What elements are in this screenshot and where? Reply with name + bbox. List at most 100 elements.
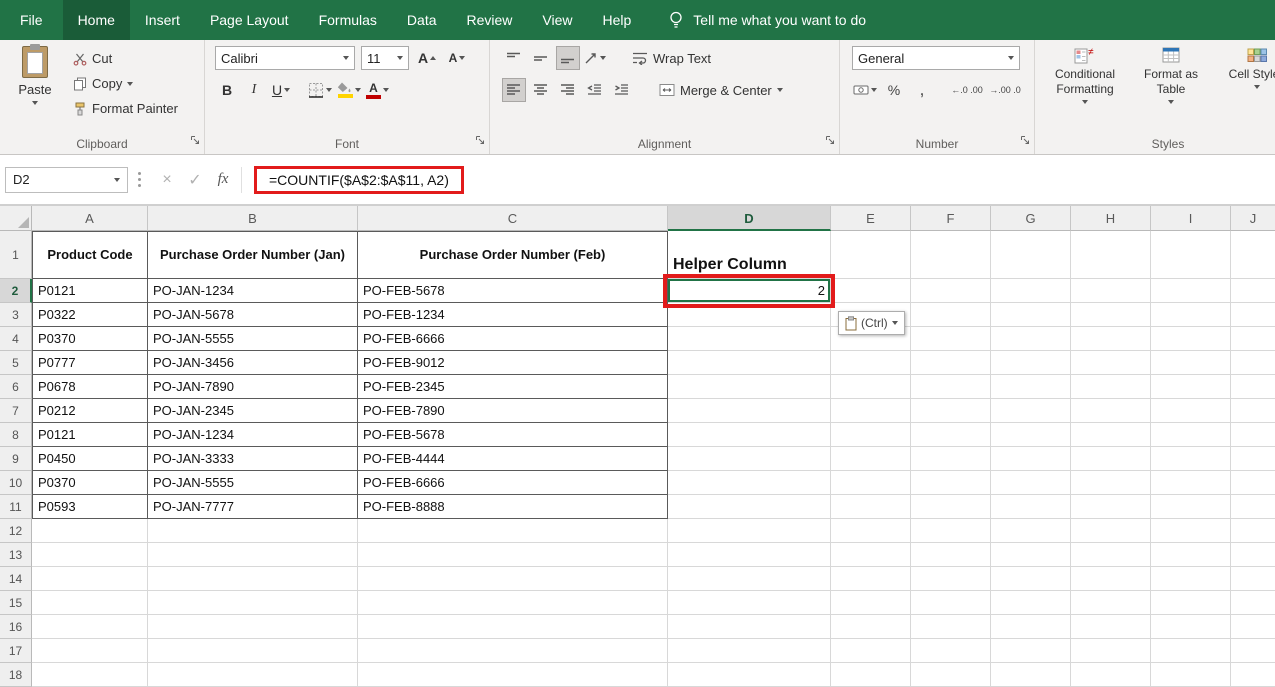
tab-help[interactable]: Help [588, 0, 647, 40]
tab-data[interactable]: Data [392, 0, 452, 40]
cell-H1[interactable] [1071, 231, 1151, 279]
cell-G6[interactable] [991, 375, 1071, 399]
cell-I5[interactable] [1151, 351, 1231, 375]
font-dialog-launcher[interactable] [475, 132, 485, 150]
cell-B2[interactable]: PO-JAN-1234 [148, 279, 358, 303]
bold-button[interactable]: B [215, 78, 239, 102]
cell-D14[interactable] [668, 567, 831, 591]
cell-A7[interactable]: P0212 [32, 399, 148, 423]
cell-C3[interactable]: PO-FEB-1234 [358, 303, 668, 327]
cell-A5[interactable]: P0777 [32, 351, 148, 375]
cell-H15[interactable] [1071, 591, 1151, 615]
cell-G1[interactable] [991, 231, 1071, 279]
column-header-J[interactable]: J [1231, 206, 1275, 231]
cell-I9[interactable] [1151, 447, 1231, 471]
merge-center-button[interactable]: Merge & Center [656, 82, 786, 99]
row-header-9[interactable]: 9 [0, 447, 32, 471]
cell-J15[interactable] [1231, 591, 1275, 615]
cell-D5[interactable] [668, 351, 831, 375]
row-header-15[interactable]: 15 [0, 591, 32, 615]
number-format-combo[interactable]: General [852, 46, 1020, 70]
enter-button[interactable]: ✓ [181, 170, 209, 190]
cell-G3[interactable] [991, 303, 1071, 327]
cell-F15[interactable] [911, 591, 991, 615]
cell-G15[interactable] [991, 591, 1071, 615]
cell-E10[interactable] [831, 471, 911, 495]
cell-E2[interactable] [831, 279, 911, 303]
cell-I18[interactable] [1151, 663, 1231, 687]
column-header-D[interactable]: D [668, 206, 831, 231]
cell-I11[interactable] [1151, 495, 1231, 519]
cell-F11[interactable] [911, 495, 991, 519]
wrap-text-button[interactable]: Wrap Text [629, 50, 714, 67]
cell-E1[interactable] [831, 231, 911, 279]
clipboard-dialog-launcher[interactable] [190, 132, 200, 150]
cell-F3[interactable] [911, 303, 991, 327]
cell-B8[interactable]: PO-JAN-1234 [148, 423, 358, 447]
cell-B12[interactable] [148, 519, 358, 543]
cell-C12[interactable] [358, 519, 668, 543]
cell-I1[interactable] [1151, 231, 1231, 279]
cell-J17[interactable] [1231, 639, 1275, 663]
cell-E13[interactable] [831, 543, 911, 567]
paste-options-button[interactable]: (Ctrl) [838, 311, 905, 335]
cell-D2[interactable]: 2 [663, 274, 835, 308]
row-header-14[interactable]: 14 [0, 567, 32, 591]
cell-B5[interactable]: PO-JAN-3456 [148, 351, 358, 375]
cell-H17[interactable] [1071, 639, 1151, 663]
cell-G8[interactable] [991, 423, 1071, 447]
accounting-format-button[interactable] [852, 78, 878, 102]
cell-J12[interactable] [1231, 519, 1275, 543]
row-header-3[interactable]: 3 [0, 303, 32, 327]
cell-D12[interactable] [668, 519, 831, 543]
cell-E15[interactable] [831, 591, 911, 615]
cell-C10[interactable]: PO-FEB-6666 [358, 471, 668, 495]
tab-formulas[interactable]: Formulas [304, 0, 392, 40]
cell-E11[interactable] [831, 495, 911, 519]
cell-A15[interactable] [32, 591, 148, 615]
cell-H11[interactable] [1071, 495, 1151, 519]
cell-B11[interactable]: PO-JAN-7777 [148, 495, 358, 519]
tab-review[interactable]: Review [452, 0, 528, 40]
cell-C8[interactable]: PO-FEB-5678 [358, 423, 668, 447]
cell-J16[interactable] [1231, 615, 1275, 639]
cell-G9[interactable] [991, 447, 1071, 471]
cell-H6[interactable] [1071, 375, 1151, 399]
cell-D10[interactable] [668, 471, 831, 495]
cell-A11[interactable]: P0593 [32, 495, 148, 519]
cell-G18[interactable] [991, 663, 1071, 687]
cell-I15[interactable] [1151, 591, 1231, 615]
cell-G13[interactable] [991, 543, 1071, 567]
cell-F5[interactable] [911, 351, 991, 375]
cell-F2[interactable] [911, 279, 991, 303]
cell-J13[interactable] [1231, 543, 1275, 567]
cell-styles-button[interactable]: Cell Styles [1217, 46, 1275, 136]
cell-C14[interactable] [358, 567, 668, 591]
increase-indent-button[interactable] [610, 78, 634, 102]
tab-view[interactable]: View [527, 0, 587, 40]
cell-H8[interactable] [1071, 423, 1151, 447]
cell-A4[interactable]: P0370 [32, 327, 148, 351]
cell-J9[interactable] [1231, 447, 1275, 471]
cell-B13[interactable] [148, 543, 358, 567]
cell-J11[interactable] [1231, 495, 1275, 519]
column-header-F[interactable]: F [911, 206, 991, 231]
decrease-indent-button[interactable] [583, 78, 607, 102]
row-header-6[interactable]: 6 [0, 375, 32, 399]
column-header-A[interactable]: A [32, 206, 148, 231]
cell-I16[interactable] [1151, 615, 1231, 639]
cell-C6[interactable]: PO-FEB-2345 [358, 375, 668, 399]
cell-D1[interactable]: Helper Column [668, 231, 831, 279]
italic-button[interactable]: I [242, 78, 266, 102]
column-header-G[interactable]: G [991, 206, 1071, 231]
cell-B7[interactable]: PO-JAN-2345 [148, 399, 358, 423]
tab-page-layout[interactable]: Page Layout [195, 0, 304, 40]
cell-I7[interactable] [1151, 399, 1231, 423]
font-name-combo[interactable]: Calibri [215, 46, 355, 70]
cell-G11[interactable] [991, 495, 1071, 519]
row-header-10[interactable]: 10 [0, 471, 32, 495]
cell-J4[interactable] [1231, 327, 1275, 351]
cell-H18[interactable] [1071, 663, 1151, 687]
percent-style-button[interactable]: % [882, 78, 906, 102]
row-header-18[interactable]: 18 [0, 663, 32, 687]
